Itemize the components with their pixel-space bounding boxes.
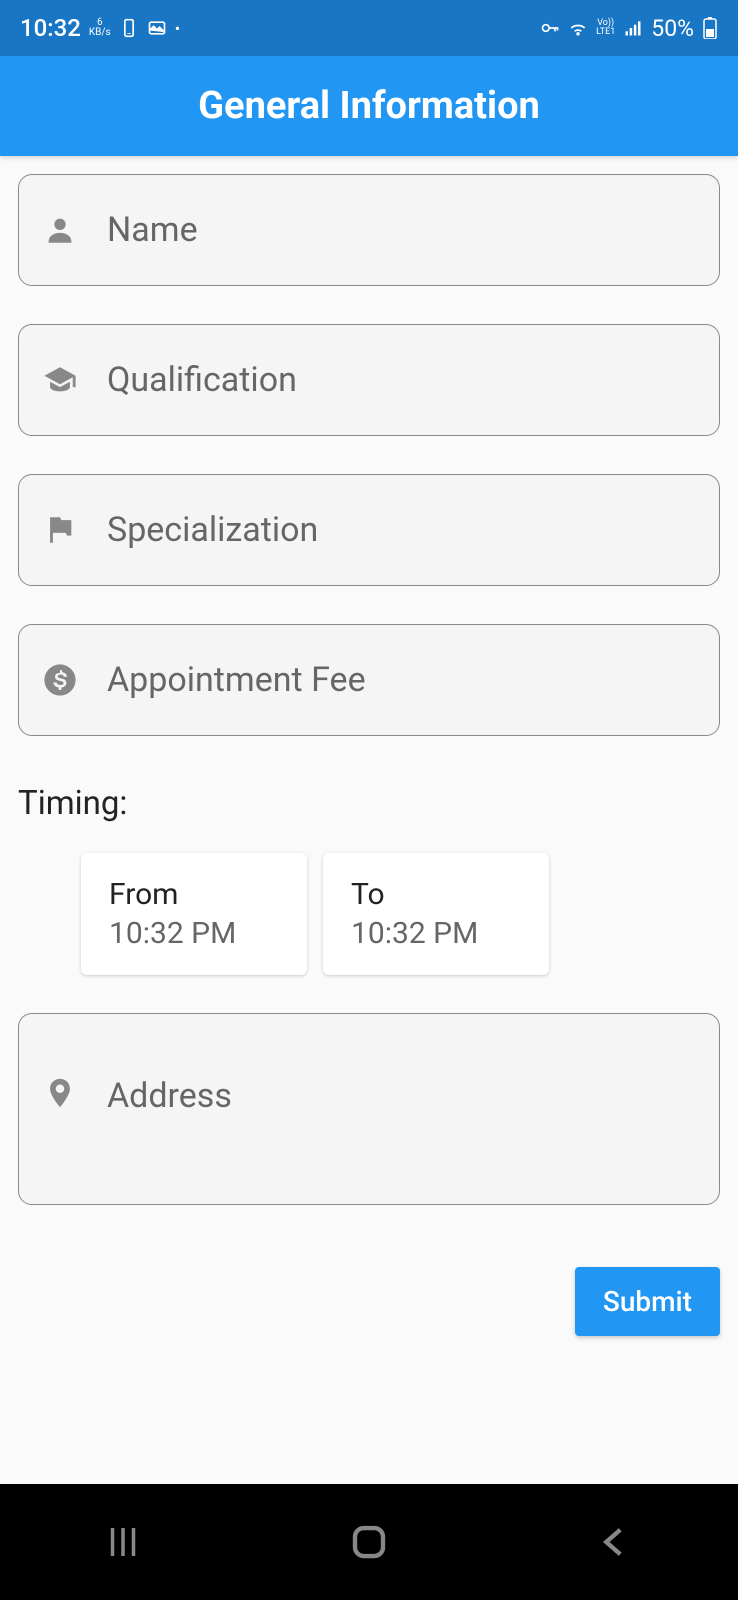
home-icon[interactable] (348, 1521, 390, 1563)
form-container: Timing: From 10:32 PM To 10:32 PM Submit (0, 156, 738, 1484)
fee-input[interactable] (107, 660, 695, 700)
image-icon (147, 18, 167, 38)
timing-row: From 10:32 PM To 10:32 PM (81, 853, 720, 975)
dollar-icon (43, 663, 77, 697)
location-icon (43, 1076, 77, 1110)
dot-icon: • (175, 19, 180, 38)
specialization-input[interactable] (107, 510, 695, 550)
signal-icon (623, 18, 643, 38)
data-rate: 6 KB/s (89, 18, 111, 38)
timing-label: Timing: (18, 784, 720, 823)
status-bar: 10:32 6 KB/s • Vo)) LTE1 50% (0, 0, 738, 56)
status-time: 10:32 (20, 14, 81, 42)
address-field-container[interactable] (18, 1013, 720, 1205)
time-to-value: 10:32 PM (351, 916, 521, 951)
status-left: 10:32 6 KB/s • (20, 14, 180, 42)
volte-indicator: Vo)) LTE1 (596, 19, 615, 37)
time-from-card[interactable]: From 10:32 PM (81, 853, 307, 975)
qualification-input[interactable] (107, 360, 695, 400)
battery-percent: 50% (651, 15, 694, 42)
address-input[interactable] (107, 1076, 695, 1116)
page-title: General Information (198, 84, 540, 128)
school-icon (43, 363, 77, 397)
phone-icon (119, 18, 139, 38)
name-input[interactable] (107, 210, 695, 250)
time-from-label: From (109, 877, 279, 912)
app-header: General Information (0, 56, 738, 156)
time-to-card[interactable]: To 10:32 PM (323, 853, 549, 975)
wifi-icon (568, 18, 588, 38)
fee-field-container[interactable] (18, 624, 720, 736)
submit-row: Submit (18, 1267, 720, 1336)
submit-button[interactable]: Submit (575, 1267, 720, 1336)
vpn-key-icon (540, 18, 560, 38)
back-icon[interactable] (594, 1521, 636, 1563)
time-from-value: 10:32 PM (109, 916, 279, 951)
recent-apps-icon[interactable] (102, 1521, 144, 1563)
time-to-label: To (351, 877, 521, 912)
specialization-field-container[interactable] (18, 474, 720, 586)
status-right: Vo)) LTE1 50% (540, 15, 718, 42)
name-field-container[interactable] (18, 174, 720, 286)
person-icon (43, 213, 77, 247)
flag-icon (43, 513, 77, 547)
qualification-field-container[interactable] (18, 324, 720, 436)
nav-bar (0, 1484, 738, 1600)
battery-icon (702, 17, 718, 39)
